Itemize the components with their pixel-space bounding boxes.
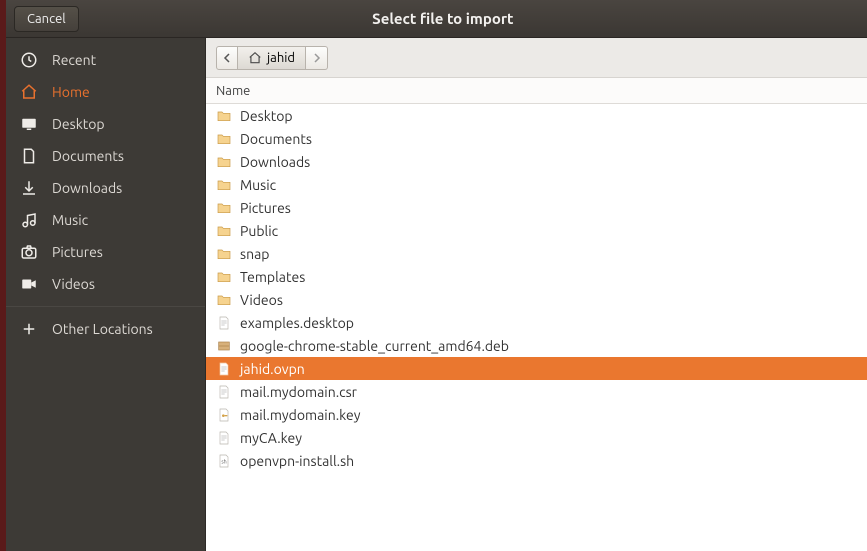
column-header[interactable]: Name: [206, 78, 867, 104]
sidebar-item-label: Recent: [52, 52, 96, 68]
file-name: mail.mydomain.csr: [240, 384, 357, 400]
file-text-icon: [216, 384, 232, 400]
sidebar: Recent Home Desktop Documents: [6, 38, 206, 551]
file-name: snap: [240, 246, 269, 262]
file-name: Music: [240, 177, 276, 193]
file-row[interactable]: Downloads: [206, 150, 867, 173]
video-icon: [20, 275, 38, 293]
download-icon: [20, 179, 38, 197]
file-row[interactable]: Videos: [206, 288, 867, 311]
home-icon: [248, 51, 262, 65]
sidebar-item-pictures[interactable]: Pictures: [6, 236, 205, 268]
svg-text:sh: sh: [221, 458, 226, 465]
desktop-icon: [20, 115, 38, 133]
sidebar-item-desktop[interactable]: Desktop: [6, 108, 205, 140]
sidebar-item-other-locations[interactable]: Other Locations: [6, 313, 205, 345]
file-name: Documents: [240, 131, 312, 147]
dialog-body: Recent Home Desktop Documents: [6, 38, 867, 551]
file-row[interactable]: Pictures: [206, 196, 867, 219]
path-back-button[interactable]: [216, 46, 238, 70]
sidebar-item-label: Desktop: [52, 116, 105, 132]
sidebar-item-label: Other Locations: [52, 321, 153, 337]
file-row[interactable]: myCA.key: [206, 426, 867, 449]
sidebar-item-label: Documents: [52, 148, 124, 164]
sidebar-item-recent[interactable]: Recent: [6, 44, 205, 76]
file-row[interactable]: jahid.ovpn: [206, 357, 867, 380]
file-name: mail.mydomain.key: [240, 407, 360, 423]
path-forward-button[interactable]: [306, 46, 328, 70]
file-row[interactable]: Public: [206, 219, 867, 242]
file-name: Templates: [240, 269, 305, 285]
file-row[interactable]: Documents: [206, 127, 867, 150]
home-icon: [20, 83, 38, 101]
pathbar: jahid: [206, 38, 867, 78]
sidebar-item-label: Pictures: [52, 244, 103, 260]
file-chooser-dialog: Cancel Select file to import Recent Home: [6, 0, 867, 551]
sidebar-item-videos[interactable]: Videos: [6, 268, 205, 300]
file-row[interactable]: Desktop: [206, 104, 867, 127]
file-script-icon: sh: [216, 453, 232, 469]
sidebar-item-home[interactable]: Home: [6, 76, 205, 108]
file-deb-icon: [216, 338, 232, 354]
folder-desktop-icon: [216, 108, 232, 124]
music-icon: [20, 211, 38, 229]
file-list[interactable]: Desktop Documents Downloads Music Pictures Pu…: [206, 104, 867, 551]
file-row[interactable]: examples.desktop: [206, 311, 867, 334]
main-pane: jahid Name Desktop Documents Downloads Musi…: [206, 38, 867, 551]
file-row[interactable]: sh openvpn-install.sh: [206, 449, 867, 472]
file-name: openvpn-install.sh: [240, 453, 354, 469]
file-row[interactable]: snap: [206, 242, 867, 265]
camera-icon: [20, 243, 38, 261]
sidebar-item-label: Videos: [52, 276, 95, 292]
folder-docs-icon: [216, 131, 232, 147]
file-name: examples.desktop: [240, 315, 354, 331]
file-row[interactable]: google-chrome-stable_current_amd64.deb: [206, 334, 867, 357]
file-text-icon: [216, 315, 232, 331]
file-name: Downloads: [240, 154, 310, 170]
plus-icon: [20, 320, 38, 338]
folder-down-icon: [216, 154, 232, 170]
file-row[interactable]: Templates: [206, 265, 867, 288]
titlebar: Cancel Select file to import: [6, 0, 867, 38]
column-name-label: Name: [216, 84, 250, 98]
path-segment-label: jahid: [267, 51, 295, 65]
file-name: Videos: [240, 292, 283, 308]
sidebar-item-music[interactable]: Music: [6, 204, 205, 236]
file-name: myCA.key: [240, 430, 302, 446]
sidebar-item-label: Home: [52, 84, 90, 100]
folder-music-icon: [216, 177, 232, 193]
file-row[interactable]: mail.mydomain.csr: [206, 380, 867, 403]
file-key-icon: [216, 407, 232, 423]
path-segment-home[interactable]: jahid: [238, 46, 306, 70]
file-name: jahid.ovpn: [240, 361, 305, 377]
folder-video-icon: [216, 292, 232, 308]
cancel-label: Cancel: [27, 12, 66, 26]
folder-pics-icon: [216, 200, 232, 216]
sidebar-item-downloads[interactable]: Downloads: [6, 172, 205, 204]
folder-tmpl-icon: [216, 269, 232, 285]
document-icon: [20, 147, 38, 165]
clock-icon: [20, 51, 38, 69]
sidebar-item-label: Music: [52, 212, 88, 228]
file-name: Pictures: [240, 200, 291, 216]
sidebar-item-label: Downloads: [52, 180, 122, 196]
file-name: google-chrome-stable_current_amd64.deb: [240, 338, 509, 354]
sidebar-item-documents[interactable]: Documents: [6, 140, 205, 172]
file-name: Public: [240, 223, 278, 239]
cancel-button[interactable]: Cancel: [14, 6, 79, 32]
file-text-icon: [216, 430, 232, 446]
file-text-icon: [216, 361, 232, 377]
file-row[interactable]: Music: [206, 173, 867, 196]
file-row[interactable]: mail.mydomain.key: [206, 403, 867, 426]
file-name: Desktop: [240, 108, 293, 124]
dialog-title: Select file to import: [79, 10, 867, 27]
folder-icon: [216, 246, 232, 262]
sidebar-separator: [6, 306, 205, 307]
folder-public-icon: [216, 223, 232, 239]
